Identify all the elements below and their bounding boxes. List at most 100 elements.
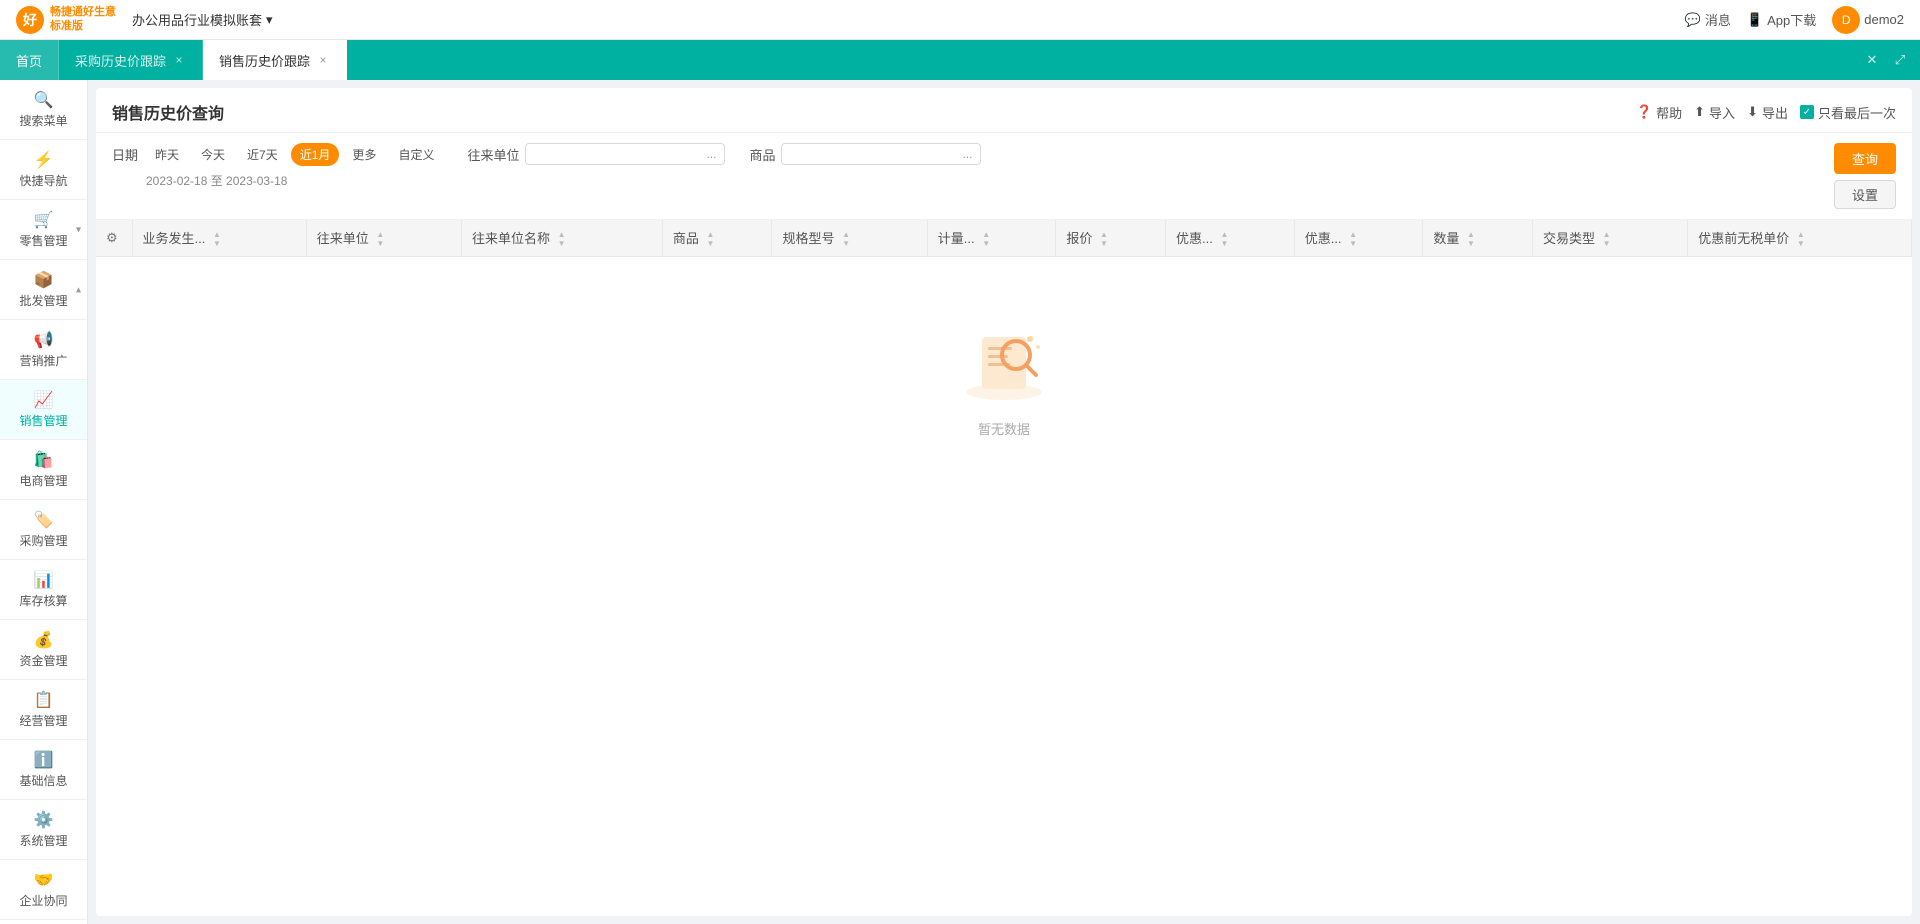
export-icon: ⬇ (1747, 104, 1758, 120)
only-latest-label: 只看最后一次 (1818, 103, 1896, 122)
date-btn-1month[interactable]: 近1月 (291, 143, 340, 166)
sidebar-item-shortcut[interactable]: ⚡ 快捷导航 (0, 140, 87, 200)
th-goods[interactable]: 商品 ▲▼ (662, 220, 772, 257)
tab-bar: 首页 采购历史价跟踪 × 销售历史价跟踪 × ✕ ⤢ (0, 40, 1920, 80)
tab-purchase[interactable]: 采购历史价跟踪 × (59, 40, 203, 80)
sidebar-item-enterprise[interactable]: 🤝 企业协同 (0, 860, 87, 920)
filter-area: 日期 昨天 今天 近7天 近1月 更多 自定义 2023-02-18 至 202… (96, 133, 1912, 220)
goods-dots: ... (962, 147, 972, 161)
date-btn-yesterday[interactable]: 昨天 (146, 143, 188, 166)
only-latest-checkbox[interactable]: ✓ 只看最后一次 (1800, 103, 1896, 122)
chevron-down-icon: ▾ (266, 12, 273, 28)
phone-icon: 📱 (1747, 12, 1763, 28)
sort-quantity: ▲▼ (1467, 231, 1475, 248)
sidebar-operations-label: 经营管理 (19, 712, 67, 729)
settings-button[interactable]: 设置 (1834, 180, 1896, 209)
sidebar-item-sales[interactable]: 📈 销售管理 (0, 380, 87, 440)
data-table: ⚙ 业务发生... ▲▼ 往来单位 ▲▼ (96, 220, 1912, 257)
th-settings[interactable]: ⚙ (96, 220, 132, 257)
company-name: 办公用品行业模拟账套 (132, 10, 262, 29)
help-button[interactable]: ❓ 帮助 (1636, 103, 1682, 122)
page-header: 销售历史价查询 ❓ 帮助 ⬆ 导入 ⬇ 导出 ✓ (96, 88, 1912, 133)
sidebar-item-search[interactable]: 🔍 搜索菜单 (0, 80, 87, 140)
sidebar: 🔍 搜索菜单 ⚡ 快捷导航 🛒 零售管理 ▾ 📦 批发管理 ▴ 📢 营销推广 📈… (0, 80, 88, 924)
goods-filter: 商品 ... (749, 143, 981, 165)
th-biz-date[interactable]: 业务发生... ▲▼ (132, 220, 306, 257)
sidebar-item-ecommerce[interactable]: 🛍️ 电商管理 (0, 440, 87, 500)
tab-purchase-close[interactable]: × (172, 53, 186, 67)
sidebar-basic-label: 基础信息 (19, 772, 67, 789)
th-discount1[interactable]: 优惠... ▲▼ (1166, 220, 1295, 257)
date-btn-7days[interactable]: 近7天 (238, 143, 287, 166)
page-header-actions: ❓ 帮助 ⬆ 导入 ⬇ 导出 ✓ 只看最后一次 (1636, 103, 1896, 122)
sidebar-item-inventory[interactable]: 📊 库存核算 (0, 560, 87, 620)
inventory-icon: 📊 (34, 570, 54, 590)
date-btn-today[interactable]: 今天 (192, 143, 234, 166)
tab-sales-close[interactable]: × (316, 53, 330, 67)
user-area[interactable]: D demo2 (1832, 6, 1904, 34)
sidebar-item-system[interactable]: ⚙️ 系统管理 (0, 800, 87, 860)
sidebar-item-wholesale[interactable]: 📦 批发管理 ▴ (0, 260, 87, 320)
finance-icon: 💰 (34, 630, 54, 650)
th-pretax-price[interactable]: 优惠前无税单价 ▲▼ (1688, 220, 1912, 257)
export-label: 导出 (1762, 103, 1788, 122)
sidebar-item-retail[interactable]: 🛒 零售管理 ▾ (0, 200, 87, 260)
search-icon: 🔍 (34, 90, 54, 110)
tab-home-label: 首页 (16, 51, 42, 70)
app-download-button[interactable]: 📱 App下载 (1747, 10, 1816, 29)
close-all-tabs-button[interactable]: ✕ (1860, 48, 1884, 72)
sidebar-system-label: 系统管理 (19, 832, 67, 849)
sidebar-item-operations[interactable]: 📋 经营管理 (0, 680, 87, 740)
sidebar-item-finance[interactable]: 💰 资金管理 (0, 620, 87, 680)
sales-icon: 📈 (34, 390, 54, 410)
th-price[interactable]: 报价 ▲▼ (1056, 220, 1166, 257)
sidebar-item-purchase[interactable]: 🏷️ 采购管理 (0, 500, 87, 560)
date-range-text: 2023-02-18 至 2023-03-18 (146, 172, 287, 189)
table-container: ⚙ 业务发生... ▲▼ 往来单位 ▲▼ (96, 220, 1912, 916)
sidebar-inventory-label: 库存核算 (19, 592, 67, 609)
th-unit[interactable]: 计量... ▲▼ (927, 220, 1056, 257)
tab-purchase-label: 采购历史价跟踪 (75, 51, 166, 70)
date-btn-more[interactable]: 更多 (343, 143, 385, 166)
table-header-row: ⚙ 业务发生... ▲▼ 往来单位 ▲▼ (96, 220, 1912, 257)
sort-price: ▲▼ (1100, 231, 1108, 248)
partner-input[interactable]: ... (525, 143, 725, 165)
th-discount2[interactable]: 优惠... ▲▼ (1294, 220, 1423, 257)
goods-label: 商品 (749, 145, 775, 164)
empty-state: 暂无数据 (96, 257, 1912, 498)
th-partner-name[interactable]: 往来单位名称 ▲▼ (461, 220, 662, 257)
enterprise-icon: 🤝 (34, 870, 54, 890)
export-button[interactable]: ⬇ 导出 (1747, 103, 1788, 122)
import-icon: ⬆ (1694, 104, 1705, 120)
th-quantity[interactable]: 数量 ▲▼ (1423, 220, 1533, 257)
th-trade-type[interactable]: 交易类型 ▲▼ (1533, 220, 1688, 257)
sidebar-purchase-label: 采购管理 (19, 532, 67, 549)
sidebar-item-newbie[interactable]: 🧭 新手引导 (0, 920, 87, 924)
table-header: ⚙ 业务发生... ▲▼ 往来单位 ▲▼ (96, 220, 1912, 257)
company-selector[interactable]: 办公用品行业模拟账套 ▾ (124, 6, 281, 33)
th-partner-code[interactable]: 往来单位 ▲▼ (306, 220, 461, 257)
import-button[interactable]: ⬆ 导入 (1694, 103, 1735, 122)
maximize-button[interactable]: ⤢ (1888, 48, 1912, 72)
tab-home[interactable]: 首页 (0, 40, 59, 80)
sidebar-item-basic[interactable]: ℹ️ 基础信息 (0, 740, 87, 800)
goods-input[interactable]: ... (781, 143, 981, 165)
ecommerce-icon: 🛍️ (34, 450, 54, 470)
date-btn-custom[interactable]: 自定义 (389, 143, 443, 166)
header-left: 好 畅捷通好生意 标准版 办公用品行业模拟账套 ▾ (16, 6, 281, 34)
partner-label: 往来单位 (467, 145, 519, 164)
date-shortcuts: 昨天 今天 近7天 近1月 更多 自定义 (146, 143, 443, 166)
sidebar-item-marketing[interactable]: 📢 营销推广 (0, 320, 87, 380)
sort-trade-type: ▲▼ (1603, 231, 1611, 248)
message-button[interactable]: 💬 消息 (1685, 10, 1731, 29)
close-icon: ✕ (1867, 52, 1878, 68)
sidebar-retail-label: 零售管理 (19, 232, 67, 249)
sidebar-wholesale-label: 批发管理 (19, 292, 67, 309)
logo-area: 好 畅捷通好生意 标准版 (16, 6, 116, 34)
chevron-up-icon: ▴ (76, 284, 81, 295)
tab-sales[interactable]: 销售历史价跟踪 × (203, 40, 347, 80)
maximize-icon: ⤢ (1895, 52, 1905, 68)
query-button[interactable]: 查询 (1834, 143, 1896, 174)
th-spec[interactable]: 规格型号 ▲▼ (772, 220, 927, 257)
sort-discount2: ▲▼ (1349, 231, 1357, 248)
